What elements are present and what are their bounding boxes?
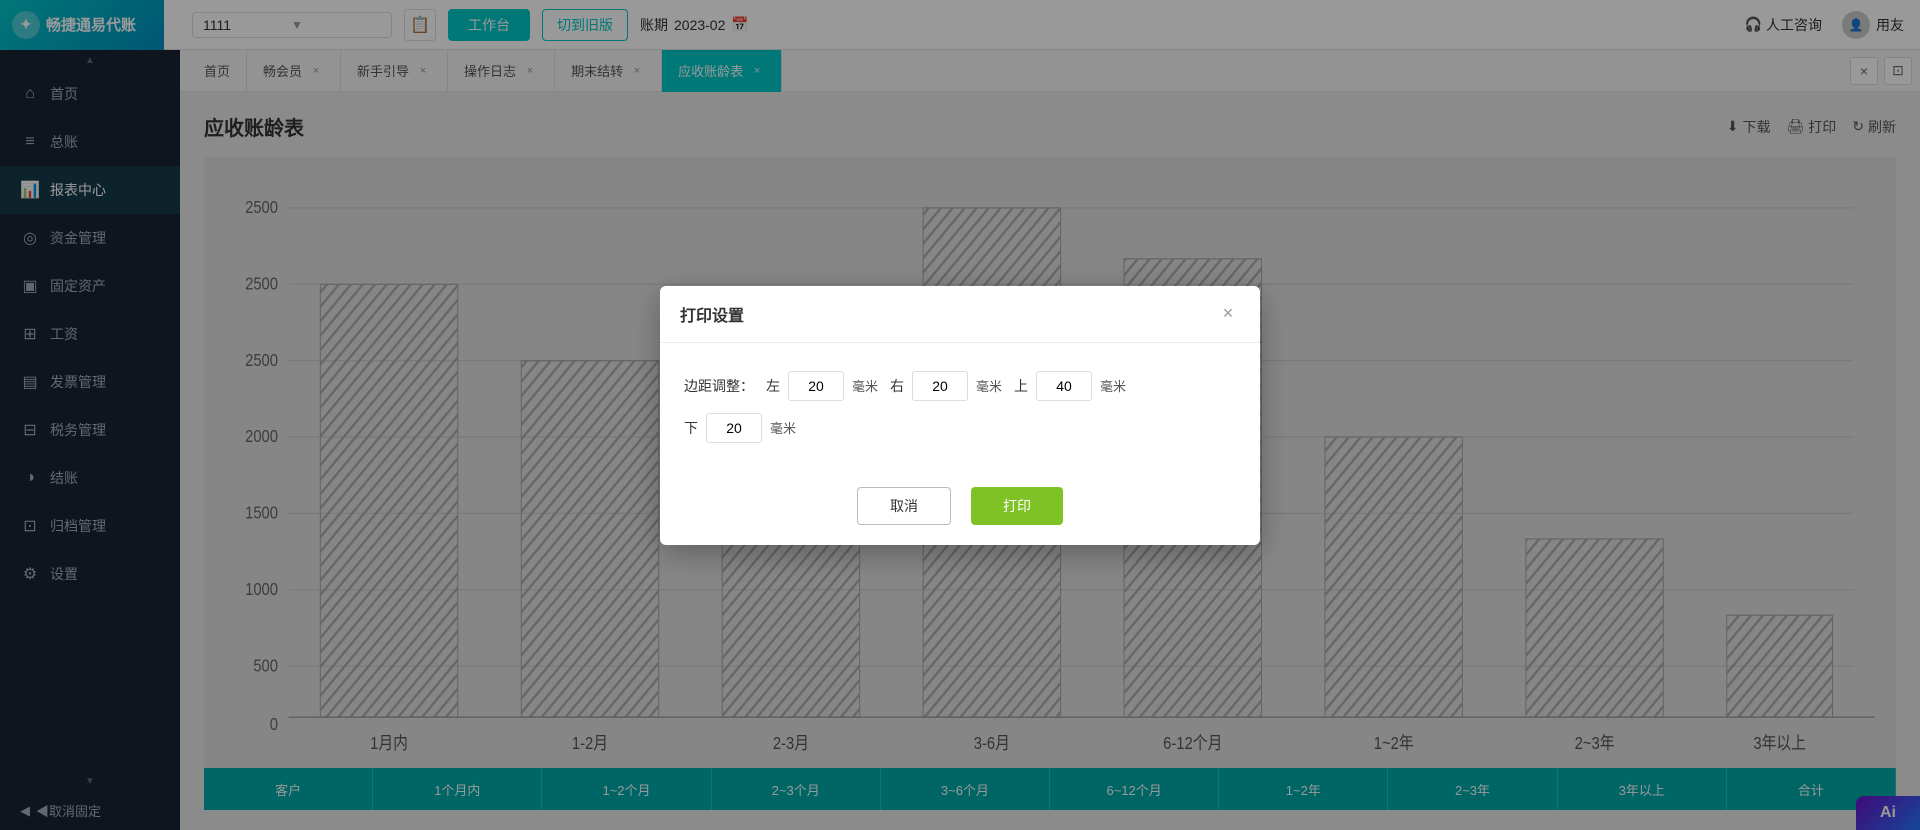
bottom-unit: 毫米 [770,418,796,437]
print-dialog: 打印设置 × 边距调整： 左 毫米 右 毫米 上 毫米 [660,286,1260,545]
left-input[interactable] [788,371,844,401]
right-label: 右 [890,376,904,396]
bottom-input[interactable] [706,413,762,443]
top-unit: 毫米 [1100,376,1126,395]
bottom-label: 下 [684,418,698,438]
modal-body: 边距调整： 左 毫米 右 毫米 上 毫米 下 [660,343,1260,471]
margin-top-group: 上 毫米 [1014,371,1126,401]
modal-header: 打印设置 × [660,286,1260,343]
left-label: 左 [766,376,780,396]
top-input[interactable] [1036,371,1092,401]
modal-footer: 取消 打印 [660,471,1260,545]
modal-overlay: 打印设置 × 边距调整： 左 毫米 右 毫米 上 毫米 [0,0,1920,830]
modal-title: 打印设置 [680,302,744,326]
margin-form-row: 边距调整： 左 毫米 右 毫米 上 毫米 下 [684,371,1236,443]
top-label: 上 [1014,376,1028,396]
modal-close-button[interactable]: × [1216,302,1240,326]
margin-left-group: 左 毫米 [766,371,878,401]
print-confirm-button[interactable]: 打印 [971,487,1063,525]
right-input[interactable] [912,371,968,401]
cancel-button[interactable]: 取消 [857,487,951,525]
margin-bottom-group: 下 毫米 [684,413,796,443]
margin-label: 边距调整： [684,376,754,396]
margin-right-group: 右 毫米 [890,371,1002,401]
left-unit: 毫米 [852,376,878,395]
right-unit: 毫米 [976,376,1002,395]
